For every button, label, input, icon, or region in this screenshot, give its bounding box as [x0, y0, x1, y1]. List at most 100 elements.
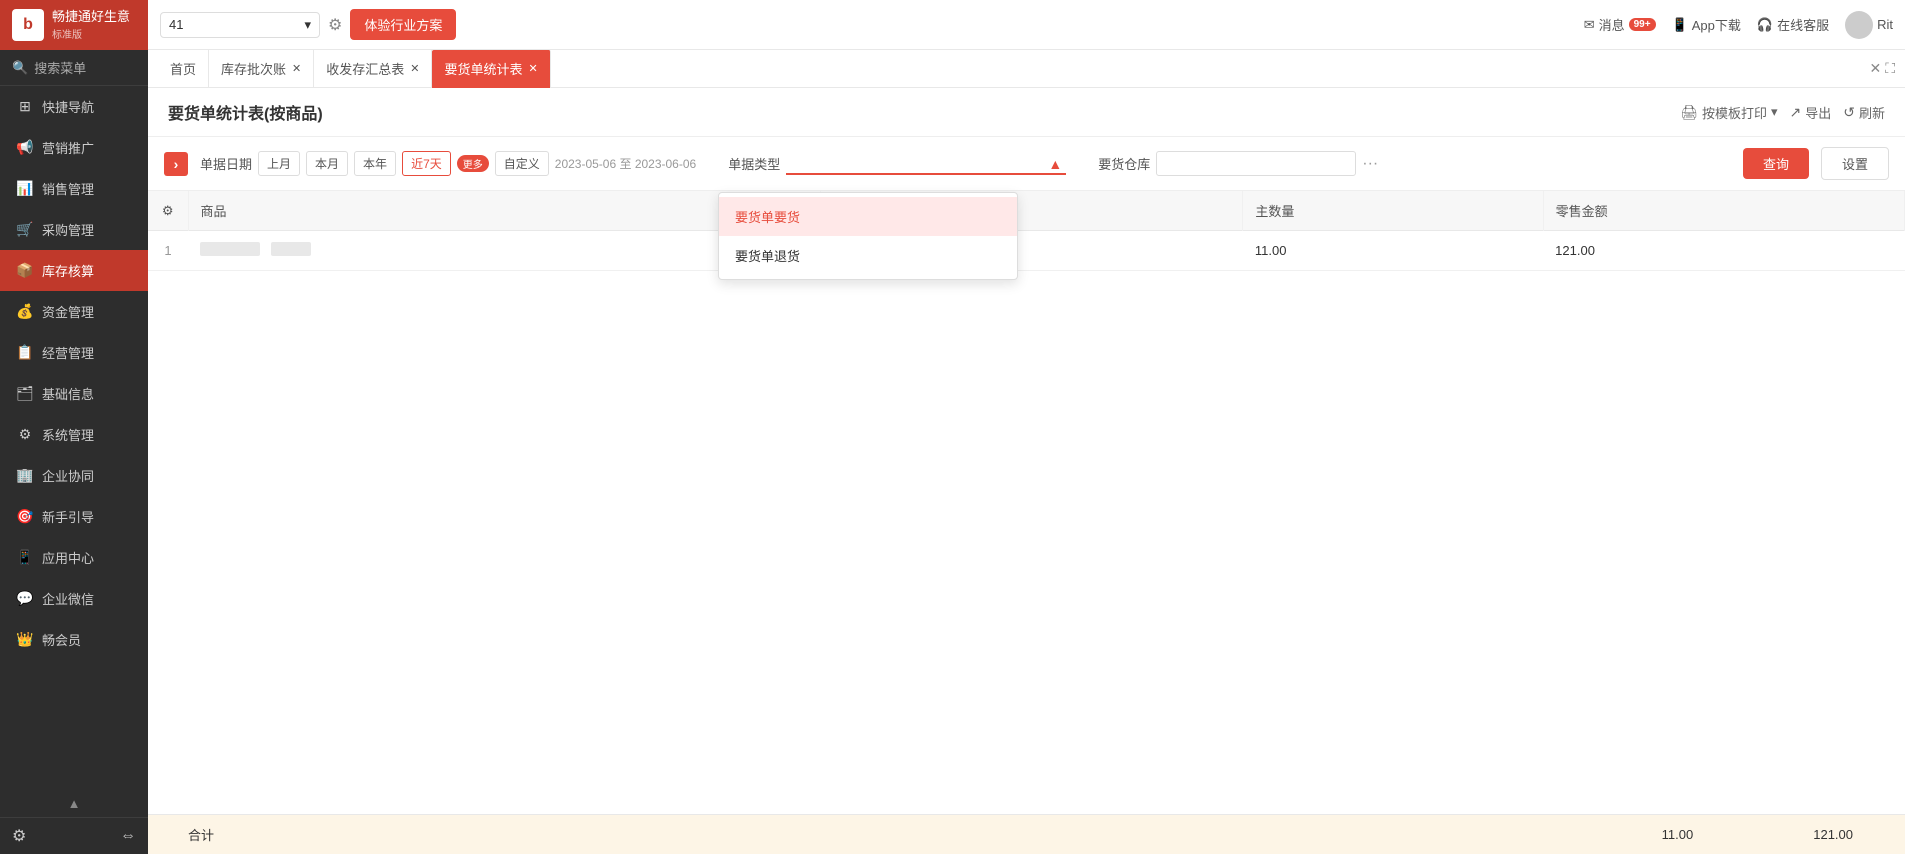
date-btn-this-month[interactable]: 本月 — [306, 151, 348, 176]
tabs-bar: 首页 库存批次账 ✕ 收发存汇总表 ✕ 要货单统计表 ✕ ✕ ⛶ — [148, 50, 1905, 88]
date-btn-this-year[interactable]: 本年 — [354, 151, 396, 176]
sidebar-footer: ⚙ ⇔ — [0, 817, 148, 854]
date-btn-custom[interactable]: 自定义 — [495, 151, 549, 176]
topbar-left: 41 ▾ ⚙ 体验行业方案 — [160, 9, 456, 40]
tab-expand-icon[interactable]: ⛶ — [1885, 60, 1895, 77]
trial-button[interactable]: 体验行业方案 — [350, 9, 456, 40]
table-footer: 合计 11.00 121.00 — [148, 814, 1905, 854]
sidebar-item-label: 畅会员 — [42, 630, 81, 649]
type-arrow-icon[interactable]: ▲ — [1048, 156, 1062, 172]
headset-icon: 🎧 — [1757, 17, 1773, 33]
tab-order-summary-close[interactable]: ✕ — [529, 62, 538, 75]
print-btn[interactable]: 🖨 按模板打印 ▾ — [1680, 103, 1777, 122]
sidebar-item-sales[interactable]: 📊 销售管理 — [0, 168, 148, 209]
sidebar-item-label: 新手引导 — [42, 507, 94, 526]
export-label: 导出 — [1805, 103, 1831, 122]
sidebar-item-inventory[interactable]: 📦 库存核算 — [0, 250, 148, 291]
refresh-label: 刷新 — [1859, 103, 1885, 122]
date-label: 单据日期 — [200, 154, 252, 173]
warehouse-label: 要货仓库 — [1098, 154, 1150, 173]
settings-button[interactable]: 设置 — [1821, 147, 1889, 180]
cell-seq: 1 — [148, 231, 188, 271]
app-logo: b — [12, 9, 44, 41]
footer-quantity: 11.00 — [1662, 827, 1694, 842]
tab-order-summary[interactable]: 要货单统计表 ✕ — [432, 50, 550, 88]
sidebar-item-apps[interactable]: 📱 应用中心 — [0, 537, 148, 578]
sidebar-item-system[interactable]: ⚙ 系统管理 — [0, 414, 148, 455]
sidebar-item-guide[interactable]: 🎯 新手引导 — [0, 496, 148, 537]
sidebar-item-purchase[interactable]: 🛒 采购管理 — [0, 209, 148, 250]
warehouse-input[interactable] — [1156, 151, 1356, 176]
online-service-btn[interactable]: 🎧 在线客服 — [1757, 15, 1829, 34]
search-icon: 🔍 — [12, 60, 28, 76]
tab-home[interactable]: 首页 — [158, 50, 209, 88]
product-code-placeholder — [271, 242, 311, 256]
store-selector[interactable]: 41 ▾ — [160, 12, 320, 38]
filter-bar: › 单据日期 上月 本月 本年 近7天 更多 自定义 2023-05-06 至 … — [148, 137, 1905, 191]
sidebar-item-company[interactable]: 🏢 企业协同 — [0, 455, 148, 496]
user-menu[interactable]: Rit — [1845, 11, 1893, 39]
cell-amount: 121.00 — [1543, 231, 1904, 271]
date-btn-7days[interactable]: 近7天 — [402, 151, 451, 176]
dropdown-item-order-goods[interactable]: 要货单要货 — [719, 197, 1017, 236]
tab-receive-summary-close[interactable]: ✕ — [410, 62, 419, 75]
page-content: 要货单统计表(按商品) 🖨 按模板打印 ▾ ↗ 导出 ↺ 刷新 › — [148, 88, 1905, 854]
date-more-badge[interactable]: 更多 — [457, 155, 489, 172]
tab-inventory-batch[interactable]: 库存批次账 ✕ — [209, 50, 314, 88]
type-input[interactable] — [786, 152, 1066, 175]
type-label: 单据类型 — [728, 154, 780, 173]
col-settings[interactable]: ⚙ — [148, 191, 188, 231]
app-subtitle: 标准版 — [52, 26, 130, 41]
sidebar-item-base[interactable]: 🗂 基础信息 — [0, 373, 148, 414]
sidebar-item-label: 营销推广 — [42, 138, 94, 157]
sidebar-item-quick-nav[interactable]: ⊞ 快捷导航 — [0, 86, 148, 127]
sidebar-search[interactable]: 🔍 搜索菜单 — [0, 50, 148, 86]
operations-icon: 📋 — [16, 344, 34, 362]
data-table: ⚙ 商品 主计量单位 主数量 零售金额 1 — [148, 191, 1905, 271]
warehouse-dots-icon[interactable]: ··· — [1362, 155, 1378, 173]
phone-icon: 📱 — [1672, 17, 1688, 33]
filter-expand-btn[interactable]: › — [164, 152, 188, 176]
toggle-icon[interactable]: ⇔ — [120, 827, 136, 845]
sidebar-item-label: 采购管理 — [42, 220, 94, 239]
sidebar-item-marketing[interactable]: 📢 营销推广 — [0, 127, 148, 168]
tab-close-all-icon[interactable]: ✕ — [1869, 60, 1881, 77]
wechat-icon: 💬 — [16, 590, 34, 608]
sidebar-item-label: 资金管理 — [42, 302, 94, 321]
finance-icon: 💰 — [16, 303, 34, 321]
topbar-gear-icon[interactable]: ⚙ — [328, 15, 342, 35]
guide-icon: 🎯 — [16, 508, 34, 526]
tab-receive-summary[interactable]: 收发存汇总表 ✕ — [314, 50, 432, 88]
date-btn-last-month[interactable]: 上月 — [258, 151, 300, 176]
sidebar-item-label: 应用中心 — [42, 548, 94, 567]
user-name: Rit — [1877, 17, 1893, 32]
sidebar-item-wechat[interactable]: 💬 企业微信 — [0, 578, 148, 619]
date-range: 2023-05-06 至 2023-06-06 — [555, 155, 696, 172]
export-btn[interactable]: ↗ 导出 — [1790, 103, 1832, 122]
page-actions: 🖨 按模板打印 ▾ ↗ 导出 ↺ 刷新 — [1680, 103, 1885, 122]
print-label: 按模板打印 — [1702, 103, 1767, 122]
app-download-btn[interactable]: 📱 App下载 — [1672, 15, 1741, 34]
topbar: 41 ▾ ⚙ 体验行业方案 ✉ 消息 99+ 📱 App下载 🎧 在线客服 R — [148, 0, 1905, 50]
product-name-placeholder — [200, 242, 260, 256]
sidebar-item-operations[interactable]: 📋 经营管理 — [0, 332, 148, 373]
query-button[interactable]: 查询 — [1743, 148, 1809, 179]
print-icon: 🖨 — [1680, 104, 1698, 121]
settings-icon[interactable]: ⚙ — [12, 826, 26, 846]
member-icon: 👑 — [16, 631, 34, 649]
inventory-icon: 📦 — [16, 262, 34, 280]
messages-badge: 99+ — [1629, 18, 1656, 31]
sidebar-scroll-down[interactable]: ▲ — [0, 790, 148, 817]
refresh-btn[interactable]: ↺ 刷新 — [1843, 103, 1885, 122]
refresh-icon: ↺ — [1843, 104, 1855, 121]
dropdown-item-order-return[interactable]: 要货单退货 — [719, 236, 1017, 275]
sidebar-item-finance[interactable]: 💰 资金管理 — [0, 291, 148, 332]
messages-btn[interactable]: ✉ 消息 99+ — [1584, 15, 1656, 34]
sidebar-item-member[interactable]: 👑 畅会员 — [0, 619, 148, 660]
page-header: 要货单统计表(按商品) 🖨 按模板打印 ▾ ↗ 导出 ↺ 刷新 — [148, 88, 1905, 137]
marketing-icon: 📢 — [16, 139, 34, 157]
table-header-row: ⚙ 商品 主计量单位 主数量 零售金额 — [148, 191, 1905, 231]
table-container: ⚙ 商品 主计量单位 主数量 零售金额 1 — [148, 191, 1905, 814]
tab-inventory-batch-close[interactable]: ✕ — [292, 62, 301, 75]
sidebar: b 畅捷通好生意 标准版 🔍 搜索菜单 ⊞ 快捷导航 📢 营销推广 📊 销售管理… — [0, 0, 148, 854]
